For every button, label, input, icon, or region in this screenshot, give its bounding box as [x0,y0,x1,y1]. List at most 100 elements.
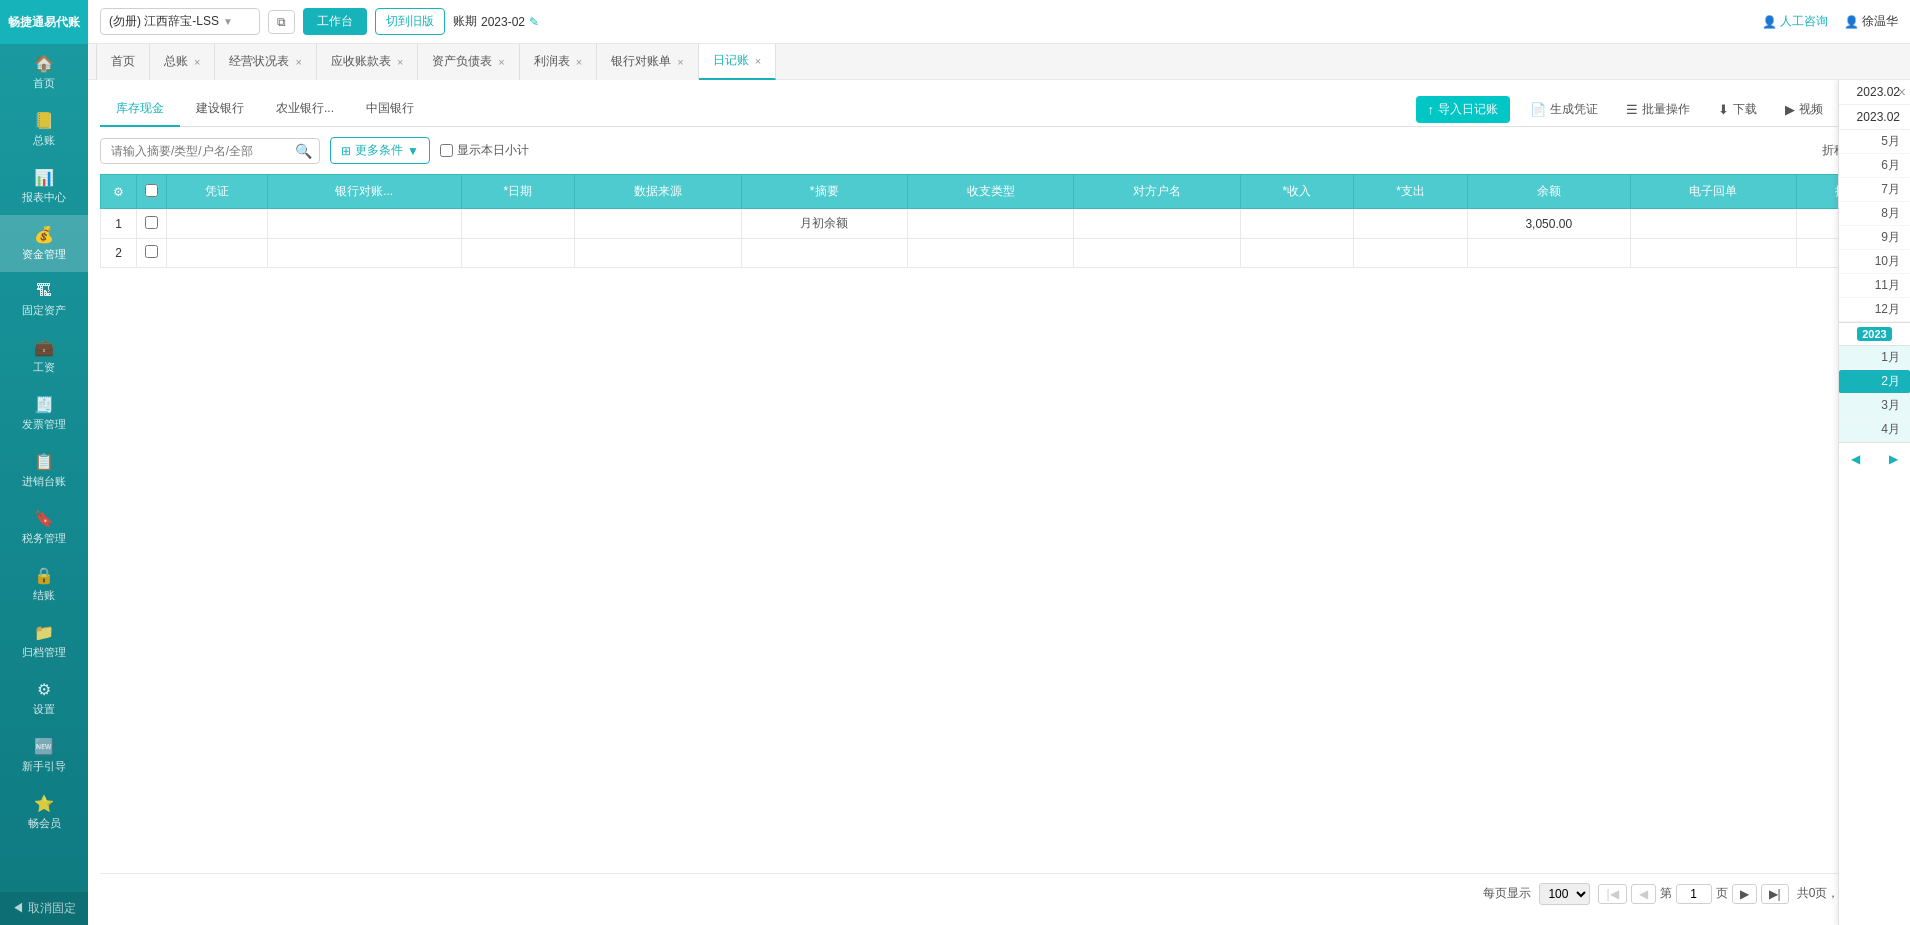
sub-tab-nongye[interactable]: 农业银行... [260,92,350,127]
import-button[interactable]: ↑ 导入日记账 [1416,96,1511,123]
td-date [461,209,575,239]
sidebar-item-home[interactable]: 🏠 首页 [0,44,88,101]
date-month-11[interactable]: 11月 [1839,274,1910,298]
generate-voucher-button[interactable]: 📄 生成凭证 [1522,97,1606,122]
th-summary: *摘要 [741,175,907,209]
page-input[interactable] [1676,884,1712,904]
tab-ledger[interactable]: 总账 × [150,44,215,80]
row-checkbox[interactable] [145,245,158,258]
td-checkbox[interactable] [137,209,167,239]
old-version-button[interactable]: 切到旧版 [375,8,445,35]
video-button[interactable]: ▶ 视频 [1777,97,1831,122]
content-area: 库存现金 建设银行 农业银行... 中国银行 ↑ 导入日记账 📄 生成凭证 [88,80,1910,925]
td-bank-account [267,209,461,239]
user-menu[interactable]: 👤 徐温华 [1844,13,1898,30]
td-income [1240,209,1354,239]
search-icon[interactable]: 🔍 [295,143,312,159]
sidebar-item-member[interactable]: ⭐ 畅会员 [0,784,88,841]
invoice-icon: 🧾 [34,395,54,414]
date-month-12[interactable]: 12月 [1839,298,1910,322]
tab-close-receivable[interactable]: × [397,56,403,68]
download-button[interactable]: ⬇ 下载 [1710,97,1765,122]
show-daily-sum-label[interactable]: 显示本日小计 [440,142,529,159]
sub-tab-cash[interactable]: 库存现金 [100,92,180,127]
th-checkbox[interactable] [137,175,167,209]
sidebar-item-invoice[interactable]: 🧾 发票管理 [0,385,88,442]
date-month-6[interactable]: 6月 [1839,154,1910,178]
more-filter-button[interactable]: ⊞ 更多条件 ▼ [330,137,430,164]
date-month-9[interactable]: 9月 [1839,226,1910,250]
sidebar-item-guide[interactable]: 🆕 新手引导 [0,727,88,784]
per-page-select[interactable]: 100 10 20 50 200 [1539,883,1590,905]
batch-icon: ☰ [1626,102,1638,117]
sidebar-item-funds[interactable]: 💰 资金管理 [0,215,88,272]
show-daily-sum-checkbox[interactable] [440,144,453,157]
sidebar-item-settings[interactable]: ⚙ 设置 [0,670,88,727]
last-page-button[interactable]: ▶| [1761,884,1789,904]
date-month-7[interactable]: 7月 [1839,178,1910,202]
sidebar-item-archive[interactable]: 📁 归档管理 [0,613,88,670]
td-expense [1354,209,1468,239]
date-next-button[interactable]: ▶ [1885,447,1902,469]
tab-journal[interactable]: 日记账 × [699,44,776,80]
date-month-10[interactable]: 10月 [1839,250,1910,274]
sub-tab-jianshe[interactable]: 建设银行 [180,92,260,127]
prev-page-button[interactable]: ◀ [1631,884,1656,904]
row-checkbox[interactable] [145,216,158,229]
sub-tab-zhongguo[interactable]: 中国银行 [350,92,430,127]
sidebar-item-closing[interactable]: 🔒 结账 [0,556,88,613]
th-settings[interactable]: ⚙ [101,175,137,209]
next-page-button[interactable]: ▶ [1732,884,1757,904]
tab-close-assets[interactable]: × [498,56,504,68]
date-panel-period-2[interactable]: 2023.02 [1839,105,1910,130]
date-panel-close-button[interactable]: × [1898,84,1906,100]
date-month-4[interactable]: 4月 [1839,418,1910,442]
date-month-5[interactable]: 5月 [1839,130,1910,154]
tab-business[interactable]: 经营状况表 × [215,44,316,80]
date-prev-button[interactable]: ◀ [1847,447,1864,469]
tab-close-journal[interactable]: × [755,55,761,67]
company-name: (勿册) 江西辞宝-LSS [109,13,219,30]
date-month-8[interactable]: 8月 [1839,202,1910,226]
sidebar-item-label: 畅会员 [28,816,61,831]
filter-bar: 🔍 ⊞ 更多条件 ▼ 显示本日小计 折称： 人民币 [100,137,1898,164]
td-data-source [575,209,741,239]
select-all-checkbox[interactable] [145,184,158,197]
tab-bank[interactable]: 银行对账单 × [597,44,698,80]
sidebar-item-label: 总账 [33,133,55,148]
first-page-button[interactable]: |◀ [1598,884,1626,904]
td-checkbox[interactable] [137,239,167,268]
tab-assets[interactable]: 资产负债表 × [418,44,519,80]
date-month-1[interactable]: 1月 [1839,346,1910,370]
sidebar-item-sales[interactable]: 📋 进销台账 [0,442,88,499]
date-panel: × 2023.02 2023.02 5月 6月 7月 8月 9月 10月 11月… [1838,80,1910,925]
td-bank-account [267,239,461,268]
service-button[interactable]: 👤 人工咨询 [1762,13,1828,30]
period-edit-icon[interactable]: ✎ [529,15,539,29]
batch-button[interactable]: ☰ 批量操作 [1618,97,1698,122]
tab-close-business[interactable]: × [295,56,301,68]
date-month-3[interactable]: 3月 [1839,394,1910,418]
fixed-assets-icon: 🏗 [36,282,52,300]
workbench-button[interactable]: 工作台 [303,8,367,35]
sidebar-item-ledger[interactable]: 📒 总账 [0,101,88,158]
tab-close-ledger[interactable]: × [194,56,200,68]
filter-dropdown-arrow: ▼ [407,144,419,158]
company-selector[interactable]: (勿册) 江西辞宝-LSS ▼ [100,8,260,35]
tab-close-profit[interactable]: × [576,56,582,68]
pin-toggle[interactable]: ◀ 取消固定 [0,892,88,925]
tab-home[interactable]: 首页 [96,44,150,80]
copy-button[interactable]: ⧉ [268,10,295,34]
th-expense: *支出 [1354,175,1468,209]
sidebar-item-tax[interactable]: 🔖 税务管理 [0,499,88,556]
tab-profit[interactable]: 利润表 × [520,44,597,80]
reports-icon: 📊 [34,168,54,187]
sidebar-item-salary[interactable]: 💼 工资 [0,328,88,385]
sidebar-item-reports[interactable]: 📊 报表中心 [0,158,88,215]
tab-receivable[interactable]: 应收账款表 × [317,44,418,80]
tab-close-bank[interactable]: × [677,56,683,68]
sidebar-item-fixed-assets[interactable]: 🏗 固定资产 [0,272,88,328]
date-month-2[interactable]: 2月 [1839,370,1910,394]
period-info: 账期 2023-02 ✎ [453,13,539,30]
search-input[interactable] [100,138,320,164]
